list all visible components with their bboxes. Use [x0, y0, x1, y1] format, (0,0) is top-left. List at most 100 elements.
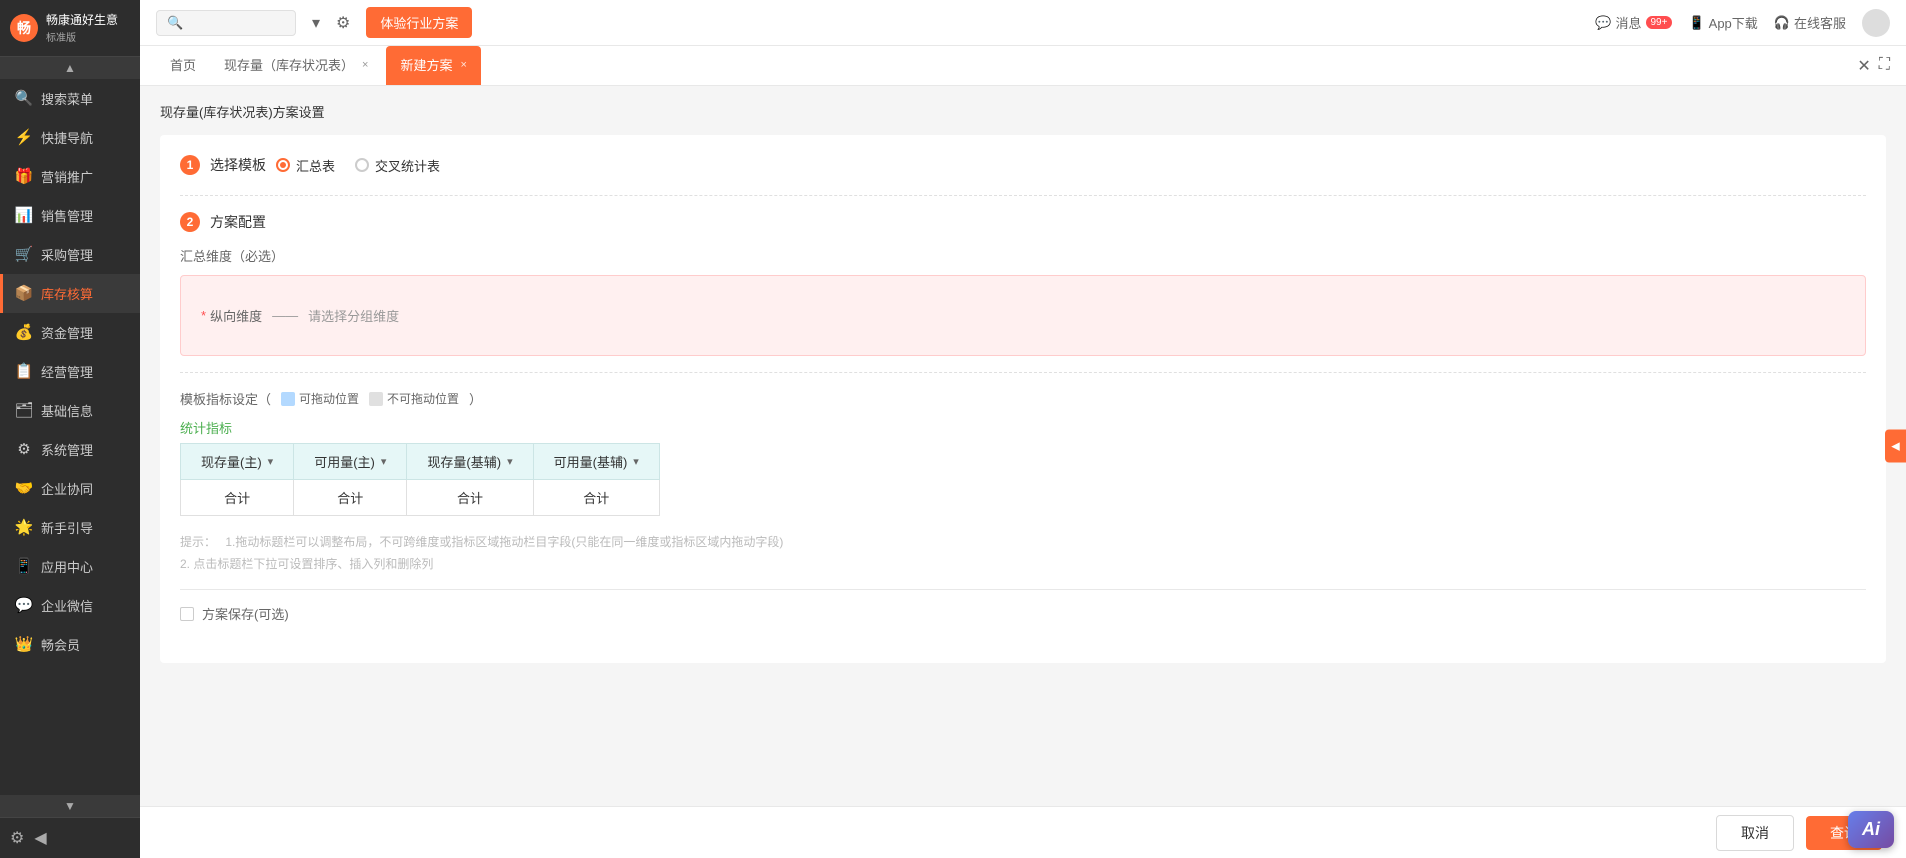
- tab-new-scheme-label: 新建方案: [400, 55, 452, 74]
- tips-text-1: 提示： 1.拖动标题栏可以调整布局，不可跨维度或指标区域拖动栏目字段(只能在同一…: [180, 532, 1866, 554]
- non-draggable-label: 不可拖动位置: [387, 390, 459, 407]
- search-menu-icon: 🔍: [15, 89, 33, 107]
- save-checkbox[interactable]: [180, 607, 194, 621]
- tab-bar: 首页 现存量（库存状况表） × 新建方案 × ✕ ⛶: [140, 46, 1906, 86]
- radio-summary-circle: [276, 158, 290, 172]
- sidebar-item-cooperation[interactable]: 🤝 企业协同: [0, 469, 140, 508]
- wechat-icon: 💬: [15, 596, 33, 614]
- footer: 取消 查询: [140, 806, 1906, 858]
- step1-label: 选择模板: [210, 155, 266, 175]
- sidebar-item-procurement[interactable]: 🛒 采购管理: [0, 235, 140, 274]
- header-search-box[interactable]: 🔍: [156, 10, 296, 36]
- dimension-selector[interactable]: * 纵向维度 —— 请选择分组维度: [180, 275, 1866, 356]
- draggable-dot: [281, 392, 295, 406]
- sidebar-item-search[interactable]: 🔍 搜索菜单: [0, 79, 140, 118]
- sidebar-item-system[interactable]: ⚙ 系统管理: [0, 430, 140, 469]
- radio-cross[interactable]: 交叉统计表: [355, 156, 440, 175]
- sidebar-item-sales[interactable]: 📊 销售管理: [0, 196, 140, 235]
- sidebar-item-label: 快捷导航: [41, 128, 93, 147]
- sidebar-item-marketing[interactable]: 🎁 营销推广: [0, 157, 140, 196]
- industry-plan-button[interactable]: 体验行业方案: [366, 7, 472, 38]
- sidebar-item-basic[interactable]: 🗂 基础信息: [0, 391, 140, 430]
- sidebar-bottom: ⚙ ◀: [0, 817, 140, 858]
- sidebar-item-label: 应用中心: [41, 557, 93, 576]
- col4-header[interactable]: 可用量(基辅) ▾: [533, 444, 659, 480]
- dimension-required-mark: *: [201, 308, 206, 323]
- search-icon: 🔍: [167, 15, 183, 31]
- ai-badge[interactable]: Ai: [1848, 811, 1894, 848]
- collapse-icon[interactable]: ◀: [34, 828, 46, 848]
- tab-new-scheme-close[interactable]: ×: [460, 59, 466, 71]
- sidebar-item-label: 搜索菜单: [41, 89, 93, 108]
- cancel-button[interactable]: 取消: [1716, 815, 1794, 851]
- col1-header[interactable]: 现存量(主) ▾: [181, 444, 294, 480]
- sidebar-item-management[interactable]: 📋 经营管理: [0, 352, 140, 391]
- stats-section-label: 统计指标: [180, 418, 1866, 437]
- settings-gear-icon[interactable]: ⚙: [336, 13, 350, 33]
- sidebar-item-label: 基础信息: [41, 401, 93, 420]
- save-section: 方案保存(可选): [180, 589, 1866, 623]
- indicator-label-suffix: ）: [469, 389, 482, 408]
- radio-cross-label: 交叉统计表: [375, 156, 440, 175]
- col1-cell: 合计: [181, 480, 294, 516]
- sidebar-item-member[interactable]: 👑 畅会员: [0, 625, 140, 664]
- sidebar-item-quicknav[interactable]: ⚡ 快捷导航: [0, 118, 140, 157]
- right-hint-panel[interactable]: ◀: [1885, 430, 1906, 463]
- tips-tip1: 1.拖动标题栏可以调整布局，不可跨维度或指标区域拖动栏目字段(只能在同一维度或指…: [225, 535, 783, 549]
- radio-summary[interactable]: 汇总表: [276, 156, 335, 175]
- app-download-item[interactable]: 📱 App下载: [1688, 13, 1757, 32]
- col4-dropdown-icon[interactable]: ▾: [633, 455, 639, 468]
- sidebar-item-appstore[interactable]: 📱 应用中心: [0, 547, 140, 586]
- tab-inventory-status[interactable]: 现存量（库存状况表） ×: [210, 46, 382, 85]
- col2-header[interactable]: 可用量(主) ▾: [294, 444, 407, 480]
- col3-header[interactable]: 现存量(基辅) ▾: [407, 444, 533, 480]
- table-row: 合计 合计 合计 合计: [181, 480, 660, 516]
- sidebar-scroll-down[interactable]: ▼: [0, 795, 140, 817]
- step2-section: 2 方案配置 汇总维度（必选） * 纵向维度 —— 请选择分组维度 模板指标设定…: [180, 212, 1866, 623]
- sidebar-item-finance[interactable]: 💰 资金管理: [0, 313, 140, 352]
- marketing-icon: 🎁: [15, 167, 33, 185]
- radio-summary-dot: [280, 162, 286, 168]
- sidebar-item-guide[interactable]: 🌟 新手引导: [0, 508, 140, 547]
- tab-home-label: 首页: [170, 55, 196, 74]
- dimension-vertical-label: 纵向维度: [210, 306, 262, 325]
- online-service-item[interactable]: 🎧 在线客服: [1774, 13, 1846, 32]
- tab-inventory-status-label: 现存量（库存状况表）: [224, 55, 354, 74]
- sidebar-item-label: 企业协同: [41, 479, 93, 498]
- dropdown-icon[interactable]: ▾: [312, 13, 320, 33]
- sidebar-item-wechat[interactable]: 💬 企业微信: [0, 586, 140, 625]
- col3-cell: 合计: [407, 480, 533, 516]
- sidebar: 畅 畅康通好生意 标准版 ▲ 🔍 搜索菜单 ⚡ 快捷导航 🎁 营销推广 📊 销售…: [0, 0, 140, 858]
- tab-expand-icon[interactable]: ⛶: [1879, 56, 1890, 76]
- col2-dropdown-icon[interactable]: ▾: [381, 455, 387, 468]
- messages-item[interactable]: 💬 消息 99+: [1595, 13, 1672, 32]
- dimension-hint: 请选择分组维度: [308, 306, 399, 325]
- sidebar-item-label: 销售管理: [41, 206, 93, 225]
- non-draggable-dot: [369, 392, 383, 406]
- step1-section: 1 选择模板 汇总表 交叉统计表: [180, 155, 1866, 175]
- col1-dropdown-icon[interactable]: ▾: [268, 455, 274, 468]
- procurement-icon: 🛒: [15, 245, 33, 263]
- tab-inventory-status-close[interactable]: ×: [362, 59, 368, 71]
- sidebar-scroll-up[interactable]: ▲: [0, 57, 140, 79]
- main-area: 🔍 ▾ ⚙ 体验行业方案 💬 消息 99+ 📱 App下载 🎧 在线客服: [140, 0, 1906, 858]
- col3-dropdown-icon[interactable]: ▾: [507, 455, 513, 468]
- cooperation-icon: 🤝: [15, 479, 33, 497]
- sidebar-logo: 畅 畅康通好生意 标准版: [0, 0, 140, 57]
- sidebar-item-label: 经营管理: [41, 362, 93, 381]
- top-header: 🔍 ▾ ⚙ 体验行业方案 💬 消息 99+ 📱 App下载 🎧 在线客服: [140, 0, 1906, 46]
- step2-label: 方案配置: [210, 212, 266, 232]
- step-divider-2: [180, 372, 1866, 373]
- user-avatar[interactable]: [1862, 9, 1890, 37]
- tab-home[interactable]: 首页: [156, 46, 210, 85]
- sidebar-item-inventory[interactable]: 📦 库存核算: [0, 274, 140, 313]
- tab-close-panel-icon[interactable]: ✕: [1857, 56, 1870, 76]
- sidebar-item-label: 企业微信: [41, 596, 93, 615]
- settings-icon[interactable]: ⚙: [10, 828, 24, 848]
- search-input[interactable]: [189, 16, 279, 30]
- sidebar-item-label: 新手引导: [41, 518, 93, 537]
- app-download-label: App下载: [1709, 13, 1758, 32]
- sales-icon: 📊: [15, 206, 33, 224]
- tips-text-2: 2. 点击标题栏下拉可设置排序、插入列和删除列: [180, 554, 1866, 576]
- tab-new-scheme[interactable]: 新建方案 ×: [386, 46, 480, 85]
